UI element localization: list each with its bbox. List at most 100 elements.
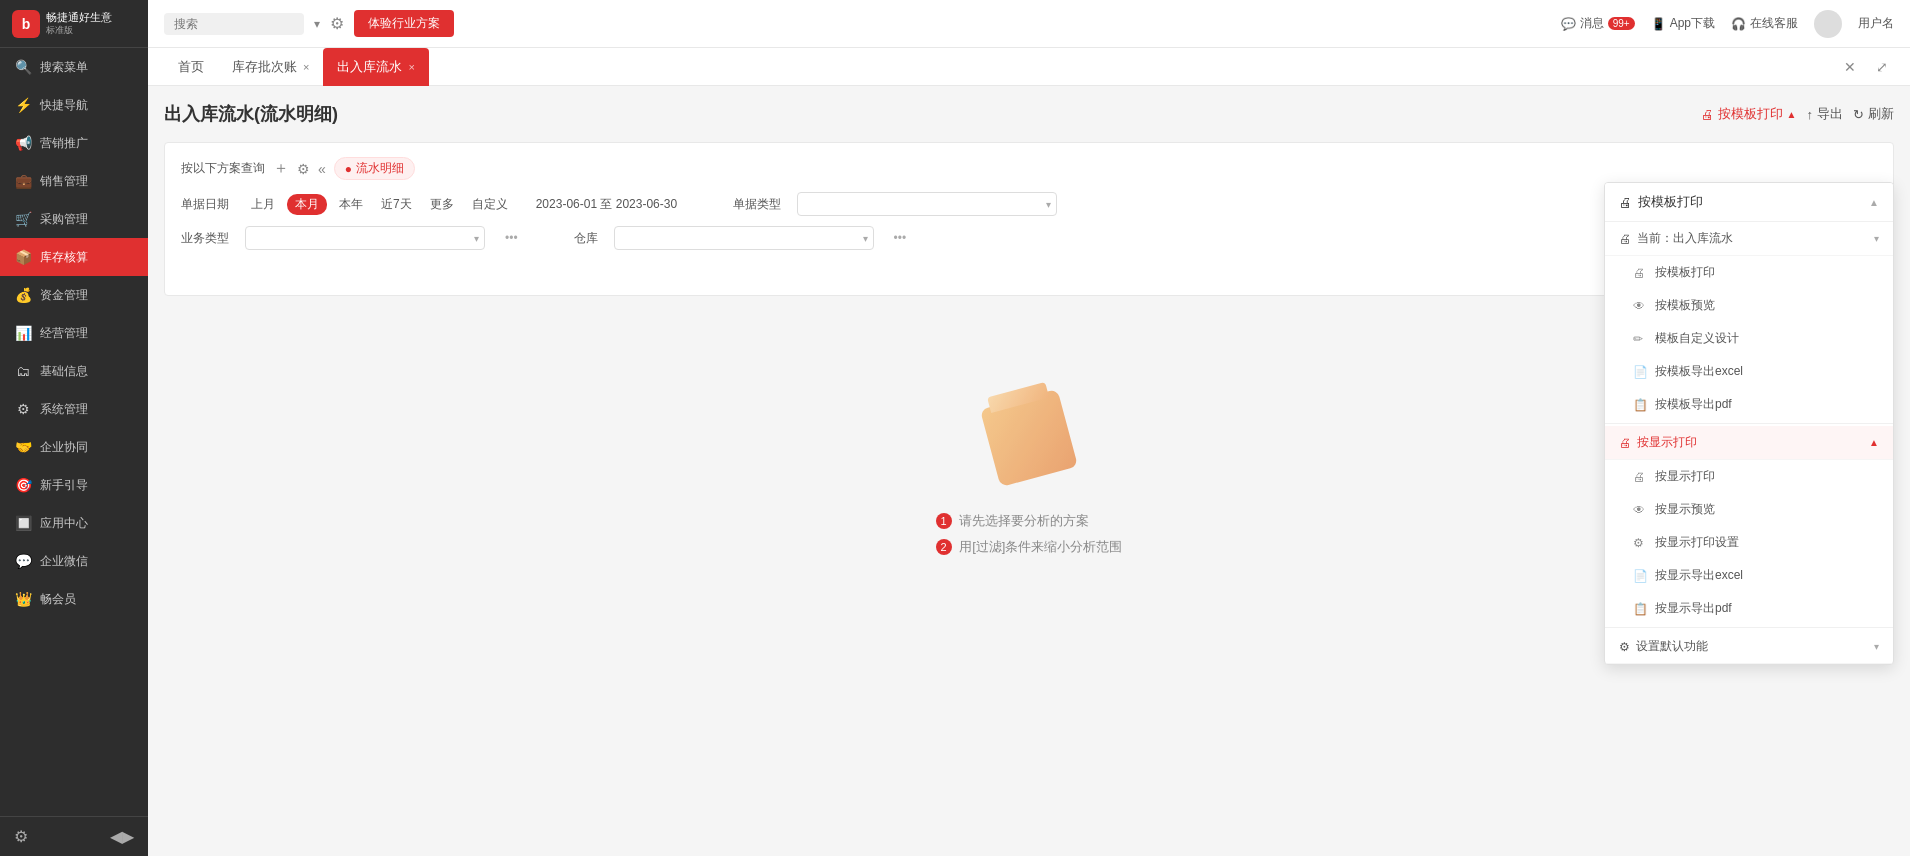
sidebar-item-appstore[interactable]: 🔲 应用中心 <box>0 504 148 542</box>
dp-current-section[interactable]: 🖨 当前：出入库流水 ▾ <box>1605 222 1893 256</box>
app-download-button[interactable]: 📱 App下载 <box>1651 15 1715 32</box>
sidebar-item-sales[interactable]: 💼 销售管理 <box>0 162 148 200</box>
sidebar-label-search: 搜索菜单 <box>40 59 88 76</box>
refresh-button[interactable]: ↻ 刷新 <box>1853 105 1894 123</box>
industry-solution-button[interactable]: 体验行业方案 <box>354 10 454 37</box>
sidebar-item-wechat[interactable]: 💬 企业微信 <box>0 542 148 580</box>
sidebar-item-operations[interactable]: 📊 经营管理 <box>0 314 148 352</box>
date-filter-label: 单据日期 <box>181 196 229 213</box>
sidebar-item-search[interactable]: 🔍 搜索菜单 <box>0 48 148 86</box>
content-area: 出入库流水(流水明细) 🖨 按模板打印 ▲ ↑ 导出 ↻ 刷新 <box>148 86 1910 856</box>
biz-type-select[interactable] <box>245 226 485 250</box>
topbar-right: 💬 消息 99+ 📱 App下载 🎧 在线客服 用户名 <box>1561 10 1894 38</box>
filter-header: 按以下方案查询 ＋ ⚙ « ● 流水明细 <box>181 157 1877 180</box>
dp-display-settings-label: 按显示打印设置 <box>1655 534 1879 551</box>
app-download-label: App下载 <box>1670 15 1715 32</box>
dp-display-settings-item[interactable]: ⚙ 按显示打印设置 <box>1605 526 1893 559</box>
app-logo: b 畅捷通好生意 标准版 <box>0 0 148 48</box>
sidebar-item-corp[interactable]: 🤝 企业协同 <box>0 428 148 466</box>
tab-home[interactable]: 首页 <box>164 48 218 86</box>
vip-icon: 👑 <box>14 590 32 608</box>
sidebar-label-finance: 资金管理 <box>40 287 88 304</box>
dp-template-preview-item[interactable]: 👁 按模板预览 <box>1605 289 1893 322</box>
sidebar-item-purchase[interactable]: 🛒 采购管理 <box>0 200 148 238</box>
filter-label: 按以下方案查询 <box>181 160 265 177</box>
dp-template-excel-item[interactable]: 📄 按模板导出excel <box>1605 355 1893 388</box>
sidebar-item-beginner[interactable]: 🎯 新手引导 <box>0 466 148 504</box>
tab-batch-label: 库存批次账 <box>232 58 297 76</box>
filter-collapse-button[interactable]: « <box>318 161 326 177</box>
user-avatar[interactable] <box>1814 10 1842 38</box>
date-opt-custom[interactable]: 自定义 <box>466 194 514 215</box>
warehouse-select[interactable] <box>614 226 874 250</box>
date-opt-this-month[interactable]: 本月 <box>287 194 327 215</box>
sidebar-item-marketing[interactable]: 📢 营销推广 <box>0 124 148 162</box>
date-opt-last-month[interactable]: 上月 <box>245 194 281 215</box>
date-opt-this-year[interactable]: 本年 <box>333 194 369 215</box>
sidebar-item-basics[interactable]: 🗂 基础信息 <box>0 352 148 390</box>
sidebar-item-system[interactable]: ⚙ 系统管理 <box>0 390 148 428</box>
window-close-button[interactable]: ✕ <box>1838 55 1862 79</box>
current-chevron-icon: ▾ <box>1874 233 1879 244</box>
gear-icon[interactable]: ⚙ <box>330 14 344 33</box>
sidebar-label-system: 系统管理 <box>40 401 88 418</box>
empty-hint-2: 2 用[过滤]条件来缩小分析范围 <box>936 534 1123 560</box>
dp-template-print-item[interactable]: 🖨 按模板打印 <box>1605 256 1893 289</box>
corp-icon: 🤝 <box>14 438 32 456</box>
dp-set-default-item[interactable]: ⚙ 设置默认功能 ▾ <box>1605 630 1893 664</box>
filter-settings-button[interactable]: ⚙ <box>297 161 310 177</box>
basics-icon: 🗂 <box>14 362 32 380</box>
dropdown-arrow-icon[interactable]: ▾ <box>314 17 320 31</box>
tab-home-label: 首页 <box>178 58 204 76</box>
print-icon: 🖨 <box>1701 107 1714 122</box>
dp-display-pdf-icon: 📋 <box>1633 602 1647 616</box>
print-template-button[interactable]: 🖨 按模板打印 ▲ <box>1701 105 1797 123</box>
sidebar-item-vip[interactable]: 👑 畅会员 <box>0 580 148 618</box>
sidebar-label-basics: 基础信息 <box>40 363 88 380</box>
biz-more-button[interactable]: ••• <box>505 231 518 245</box>
dp-display-pdf-label: 按显示导出pdf <box>1655 600 1879 617</box>
dp-display-section-header[interactable]: 🖨 按显示打印 ▲ <box>1605 426 1893 460</box>
tab-batch[interactable]: 库存批次账 × <box>218 48 323 86</box>
sidebar-label-beginner: 新手引导 <box>40 477 88 494</box>
empty-illustration <box>979 388 1079 488</box>
sidebar-item-inventory[interactable]: 📦 库存核算 <box>0 238 148 276</box>
message-button[interactable]: 💬 消息 99+ <box>1561 15 1635 32</box>
export-icon: ↑ <box>1807 107 1814 122</box>
window-maximize-button[interactable]: ⤢ <box>1870 55 1894 79</box>
sidebar-item-quicknav[interactable]: ⚡ 快捷导航 <box>0 86 148 124</box>
wechat-icon: 💬 <box>14 552 32 570</box>
settings-footer-icon[interactable]: ⚙ <box>14 827 28 846</box>
tab-flow-close-icon[interactable]: × <box>408 61 414 73</box>
doc-type-select[interactable] <box>797 192 1057 216</box>
dp-display-print-item[interactable]: 🖨 按显示打印 <box>1605 460 1893 493</box>
dp-current-label: 当前：出入库流水 <box>1637 230 1733 247</box>
dp-template-pdf-icon: 📋 <box>1633 398 1647 412</box>
page-actions: 🖨 按模板打印 ▲ ↑ 导出 ↻ 刷新 <box>1701 105 1894 123</box>
dp-display-excel-item[interactable]: 📄 按显示导出excel <box>1605 559 1893 592</box>
sidebar-footer: ⚙ ◀▶ <box>0 816 148 856</box>
sidebar-item-finance[interactable]: 💰 资金管理 <box>0 276 148 314</box>
inventory-icon: 📦 <box>14 248 32 266</box>
warehouse-more-button[interactable]: ••• <box>894 231 907 245</box>
dp-display-pdf-item[interactable]: 📋 按显示导出pdf <box>1605 592 1893 625</box>
add-filter-button[interactable]: ＋ <box>273 158 289 179</box>
date-opt-7days[interactable]: 近7天 <box>375 194 418 215</box>
tab-batch-close-icon[interactable]: × <box>303 61 309 73</box>
sidebar-label-appstore: 应用中心 <box>40 515 88 532</box>
dp-display-excel-label: 按显示导出excel <box>1655 567 1879 584</box>
online-service-button[interactable]: 🎧 在线客服 <box>1731 15 1798 32</box>
dp-template-pdf-item[interactable]: 📋 按模板导出pdf <box>1605 388 1893 421</box>
date-opt-more[interactable]: 更多 <box>424 194 460 215</box>
topbar: ▾ ⚙ 体验行业方案 💬 消息 99+ 📱 App下载 🎧 在线客服 用户名 <box>148 0 1910 48</box>
tabs-bar: 首页 库存批次账 × 出入库流水 × ✕ ⤢ <box>148 48 1910 86</box>
export-button[interactable]: ↑ 导出 <box>1807 105 1844 123</box>
doc-type-select-wrapper: ▾ <box>797 192 1057 216</box>
dp-template-custom-icon: ✏ <box>1633 332 1647 346</box>
dp-display-preview-item[interactable]: 👁 按显示预览 <box>1605 493 1893 526</box>
search-input[interactable] <box>164 13 304 35</box>
dropdown-close-chevron[interactable]: ▲ <box>1869 197 1879 208</box>
tab-flow[interactable]: 出入库流水 × <box>323 48 428 86</box>
collapse-sidebar-icon[interactable]: ◀▶ <box>110 827 134 846</box>
dp-template-custom-item[interactable]: ✏ 模板自定义设计 <box>1605 322 1893 355</box>
